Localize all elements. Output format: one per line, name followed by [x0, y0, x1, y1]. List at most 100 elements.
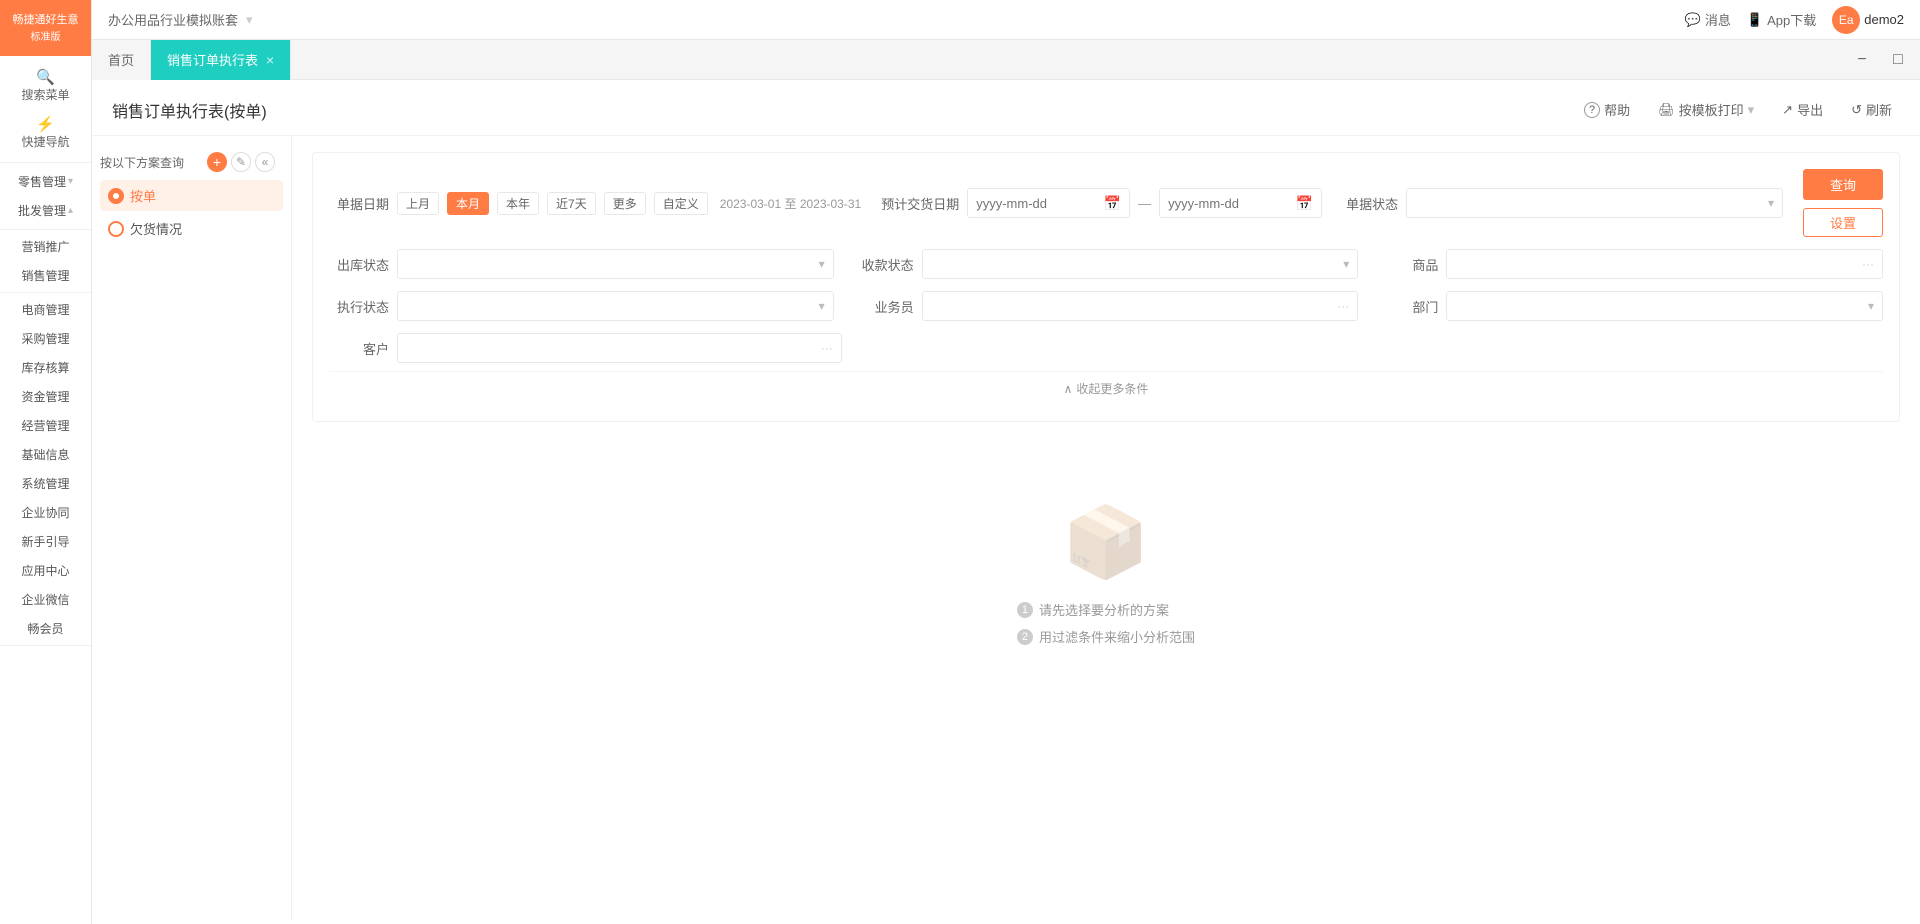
user-profile[interactable]: Ea demo2: [1832, 6, 1904, 34]
out-warehouse-label: 出库状态: [329, 255, 389, 274]
exec-status-filter: 执行状态 ▾: [329, 291, 834, 321]
message-icon: 💬: [1685, 12, 1701, 28]
goods-dots-icon[interactable]: ···: [1862, 257, 1874, 271]
salesperson-filter: 业务员 ···: [854, 291, 1359, 321]
expected-date-start-input[interactable]: 📅: [967, 188, 1130, 218]
page-header-actions: ? 帮助 🖨 按模板打印 ▾ ↗ 导出 ↺ 刷新: [1576, 96, 1900, 123]
export-icon: ↗: [1782, 102, 1793, 118]
tab-sales-order-exec[interactable]: 销售订单执行表 ×: [151, 40, 291, 80]
sidebar-item-enterprise[interactable]: 企业协同: [0, 498, 91, 527]
filter-area: 单据日期 上月 本月 本年 近7天 更多 自定义 2023-03-01 至 20…: [312, 152, 1900, 422]
customer-input[interactable]: ···: [397, 333, 842, 363]
refresh-icon: ↺: [1851, 102, 1862, 118]
page-header: 销售订单执行表(按单) ? 帮助 🖨 按模板打印 ▾ ↗ 导出 ↺ 刷新: [92, 80, 1920, 136]
sidebar-item-retail[interactable]: 零售管理 ▾: [0, 167, 91, 196]
collapse-panel-btn[interactable]: «: [255, 152, 275, 172]
sidebar-item-purchase[interactable]: 采购管理: [0, 324, 91, 353]
query-button[interactable]: 查询: [1803, 169, 1883, 200]
top-header: 办公用品行业模拟账套 ▾ 💬 消息 📱 App下载 Ea demo2: [92, 0, 1920, 40]
export-btn[interactable]: ↗ 导出: [1774, 96, 1831, 123]
sidebar-item-member[interactable]: 畅会员: [0, 614, 91, 643]
help-icon: ?: [1584, 102, 1600, 118]
date-btn-this-year[interactable]: 本年: [497, 192, 539, 215]
right-panel: 单据日期 上月 本月 本年 近7天 更多 自定义 2023-03-01 至 20…: [292, 136, 1920, 920]
help-btn[interactable]: ? 帮助: [1576, 96, 1638, 123]
date-btn-last-month[interactable]: 上月: [397, 192, 439, 215]
print-template-btn[interactable]: 🖨 按模板打印 ▾: [1650, 96, 1762, 123]
app-download-action[interactable]: 📱 App下载: [1747, 10, 1816, 29]
sidebar-item-inventory[interactable]: 库存核算: [0, 353, 91, 382]
tabs-bar: 首页 销售订单执行表 × − □: [92, 40, 1920, 80]
tab-home-label: 首页: [108, 50, 134, 69]
date-label: 单据日期: [329, 194, 389, 213]
collection-arrow: ▾: [1343, 257, 1349, 271]
date-range-text: 2023-03-01 至 2023-03-31: [720, 195, 861, 212]
tab-maximize-btn[interactable]: □: [1884, 46, 1912, 74]
dept-label: 部门: [1378, 297, 1438, 316]
calendar-end-icon: 📅: [1296, 195, 1313, 212]
sidebar-item-basic[interactable]: 基础信息: [0, 440, 91, 469]
sidebar-item-marketing[interactable]: 营销推广: [0, 232, 91, 261]
empty-state: 📦 1 请先选择要分析的方案 2 用过滤条件来缩小分析范围: [312, 422, 1900, 726]
date-btn-7days[interactable]: 近7天: [547, 192, 596, 215]
tabs-actions: − □: [1848, 46, 1920, 74]
empty-hint-2-text: 用过滤条件来缩小分析范围: [1039, 627, 1195, 646]
out-warehouse-arrow: ▾: [819, 257, 825, 271]
scheme-item-owe-goods[interactable]: 欠货情况: [100, 213, 283, 244]
wholesale-arrow: ▴: [68, 205, 73, 216]
sidebar-quick-nav[interactable]: ⚡ 快捷导航: [4, 109, 87, 156]
sidebar-search-menu[interactable]: 🔍 搜索菜单: [4, 62, 87, 109]
status-select[interactable]: ▾: [1406, 188, 1783, 218]
date-btn-more[interactable]: 更多: [604, 192, 646, 215]
collection-filter: 收款状态 ▾: [854, 249, 1359, 279]
collection-select[interactable]: ▾: [922, 249, 1359, 279]
sidebar-logo: 畅捷通好生意 标准版: [0, 0, 91, 56]
goods-label: 商品: [1378, 255, 1438, 274]
expected-date-end-input[interactable]: 📅: [1159, 188, 1322, 218]
tab-sales-order-label: 销售订单执行表: [167, 50, 258, 69]
salesperson-dots-icon[interactable]: ···: [1337, 299, 1349, 313]
app-download-label: App下载: [1767, 10, 1816, 29]
add-scheme-btn[interactable]: +: [207, 152, 227, 172]
salesperson-input[interactable]: ···: [922, 291, 1359, 321]
filter-row-2: 出库状态 ▾ 收款状态 ▾: [329, 249, 1883, 279]
collapse-filters-btn[interactable]: ∧ 收起更多条件: [329, 371, 1883, 405]
goods-input[interactable]: ···: [1446, 249, 1883, 279]
dept-filter: 部门 ▾: [1378, 291, 1883, 321]
tab-home[interactable]: 首页: [92, 40, 151, 80]
expected-date-start-field[interactable]: [976, 196, 1100, 211]
dept-select[interactable]: ▾: [1446, 291, 1883, 321]
message-action[interactable]: 💬 消息: [1685, 10, 1731, 29]
sidebar-item-system[interactable]: 系统管理: [0, 469, 91, 498]
date-btn-custom[interactable]: 自定义: [654, 192, 708, 215]
customer-dots-icon[interactable]: ···: [821, 341, 833, 355]
message-label: 消息: [1705, 10, 1731, 29]
quick-nav-label: 快捷导航: [21, 133, 69, 150]
scheme-item-by-order[interactable]: 按单: [100, 180, 283, 211]
tab-close-icon[interactable]: ×: [266, 52, 274, 68]
sidebar-item-sales[interactable]: 销售管理: [0, 261, 91, 290]
sidebar-item-newbie[interactable]: 新手引导: [0, 527, 91, 556]
tab-minimize-btn[interactable]: −: [1848, 46, 1876, 74]
sidebar-item-wechat[interactable]: 企业微信: [0, 585, 91, 614]
exec-status-select[interactable]: ▾: [397, 291, 834, 321]
sidebar-item-app[interactable]: 应用中心: [0, 556, 91, 585]
expected-date-end-field[interactable]: [1168, 196, 1292, 211]
left-panel-title: 按以下方案查询: [100, 154, 184, 171]
sidebar-item-wholesale[interactable]: 批发管理 ▴: [0, 196, 91, 225]
export-label: 导出: [1797, 100, 1823, 119]
logo-sub: 标准版: [31, 28, 61, 43]
sidebar-item-ecommerce[interactable]: 电商管理: [0, 295, 91, 324]
refresh-btn[interactable]: ↺ 刷新: [1843, 96, 1900, 123]
out-warehouse-select[interactable]: ▾: [397, 249, 834, 279]
print-arrow-icon: ▾: [1748, 102, 1755, 118]
date-btn-this-month[interactable]: 本月: [447, 192, 489, 215]
retail-arrow: ▾: [68, 176, 73, 187]
sidebar-item-operation[interactable]: 经营管理: [0, 411, 91, 440]
edit-scheme-btn[interactable]: ✎: [231, 152, 251, 172]
date-filter-group: 单据日期 上月 本月 本年 近7天 更多 自定义 2023-03-01 至 20…: [329, 192, 861, 215]
action-buttons: 查询 设置: [1803, 169, 1883, 237]
sidebar-item-finance[interactable]: 资金管理: [0, 382, 91, 411]
status-filter: 单据状态 ▾: [1342, 188, 1783, 218]
setting-button[interactable]: 设置: [1803, 208, 1883, 237]
